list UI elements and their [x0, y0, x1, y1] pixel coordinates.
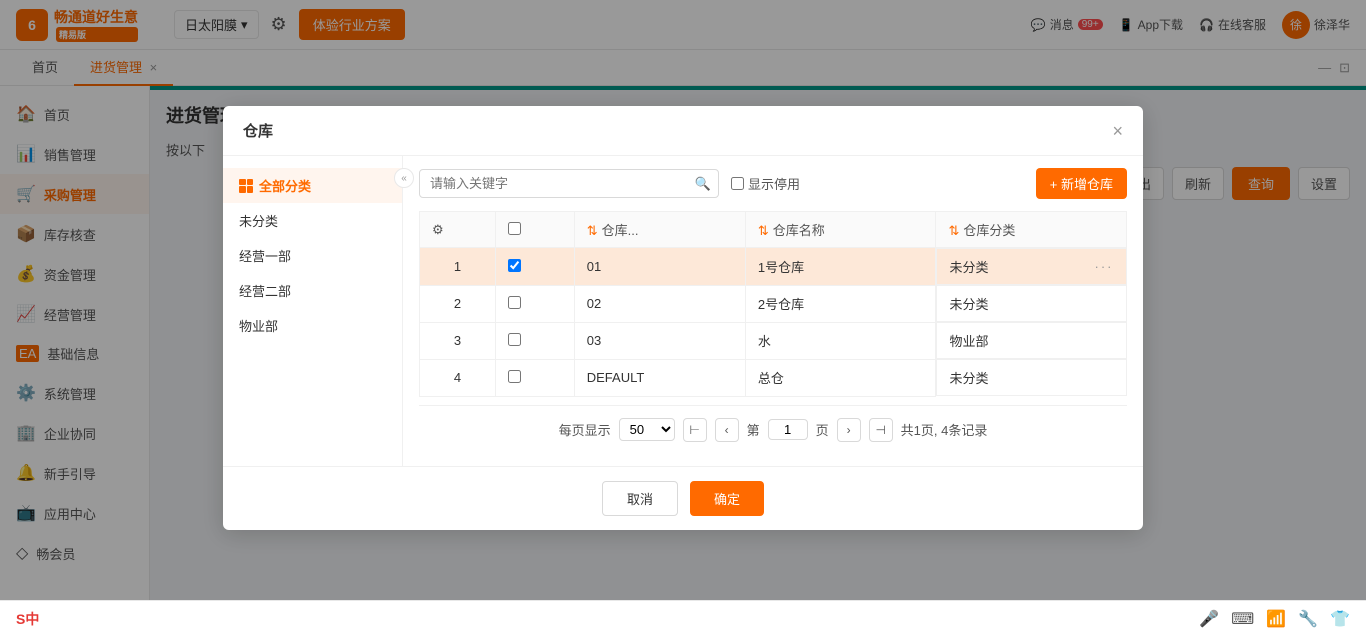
show-disabled-label: 显示停用	[731, 174, 800, 193]
mic-icon[interactable]: 🎤	[1199, 609, 1219, 629]
row-category: 未分类···	[936, 248, 1126, 285]
add-warehouse-button[interactable]: + 新增仓库	[1036, 168, 1127, 199]
row-select-checkbox[interactable]	[508, 259, 521, 272]
sort-name-icon: ⇅	[758, 223, 769, 238]
row-checkbox	[495, 322, 574, 359]
show-disabled-text: 显示停用	[748, 174, 800, 193]
tree-label-dept2: 经营二部	[239, 281, 291, 300]
sort-category-icon: ⇅	[948, 223, 959, 238]
row-select-checkbox[interactable]	[508, 370, 521, 383]
row-name: 2号仓库	[745, 285, 936, 322]
category-tree: « 全部分类 未分类 经营一部	[223, 156, 403, 466]
cancel-button[interactable]: 取消	[602, 481, 678, 516]
table-head: ⚙ ⇅仓库... ⇅仓库名称 ⇅仓库分类	[420, 212, 1127, 248]
modal-body: « 全部分类 未分类 经营一部	[223, 156, 1143, 466]
shirt-icon: 👕	[1330, 609, 1350, 629]
modal-footer: 取消 确定	[223, 466, 1143, 530]
first-page-button[interactable]: ⊢	[683, 418, 707, 442]
row-category: 物业部	[936, 322, 1126, 359]
row-more-icon[interactable]: ···	[1095, 259, 1114, 274]
table-row[interactable]: 2 02 2号仓库 未分类	[420, 285, 1127, 322]
col-settings-icon: ⚙	[432, 222, 444, 237]
row-num: 1	[420, 248, 496, 286]
tree-item-unclassified[interactable]: 未分类	[223, 203, 402, 238]
prev-page-button[interactable]: ‹	[715, 418, 739, 442]
row-checkbox	[495, 359, 574, 396]
row-name: 1号仓库	[745, 248, 936, 286]
next-page-button[interactable]: ›	[837, 418, 861, 442]
select-all-checkbox[interactable]	[508, 222, 521, 235]
settings-tray-icon[interactable]: 🔧	[1298, 609, 1318, 629]
grid-icon	[239, 179, 253, 193]
tree-item-property[interactable]: 物业部	[223, 308, 402, 343]
right-panel: 🔍 显示停用 + 新增仓库 ⚙ ⇅仓库...	[403, 156, 1143, 466]
total-label: 共1页, 4条记录	[901, 420, 988, 439]
tree-item-dept1[interactable]: 经营一部	[223, 238, 402, 273]
collapse-icon: «	[401, 173, 407, 184]
col-category: ⇅仓库分类	[936, 212, 1127, 248]
wifi-icon: 📶	[1266, 609, 1286, 629]
row-select-checkbox[interactable]	[508, 296, 521, 309]
pagination: 每页显示 50 100 ⊢ ‹ 第 页 › ⊣ 共1页, 4条记录	[419, 405, 1127, 454]
row-checkbox	[495, 285, 574, 322]
keyboard-icon[interactable]: ⌨	[1231, 609, 1254, 629]
bottom-logo: S中	[16, 609, 39, 629]
page-input[interactable]	[768, 419, 808, 440]
last-page-button[interactable]: ⊣	[869, 418, 893, 442]
col-name: ⇅仓库名称	[745, 212, 936, 248]
page-suffix: 页	[816, 420, 829, 439]
table-row[interactable]: 4 DEFAULT 总仓 未分类	[420, 359, 1127, 396]
warehouse-modal: 仓库 × « 全部分类 未分类	[223, 106, 1143, 530]
per-page-select[interactable]: 50 100	[619, 418, 675, 441]
tree-label-property: 物业部	[239, 316, 278, 335]
tree-item-all[interactable]: 全部分类	[223, 168, 402, 203]
search-input[interactable]	[419, 169, 719, 198]
show-disabled-checkbox[interactable]	[731, 177, 744, 190]
modal-close-button[interactable]: ×	[1112, 122, 1123, 140]
tree-label-dept1: 经营一部	[239, 246, 291, 265]
page-label: 第	[747, 420, 760, 439]
table-row[interactable]: 3 03 水 物业部	[420, 322, 1127, 359]
modal-overlay: 仓库 × « 全部分类 未分类	[0, 0, 1366, 636]
modal-title: 仓库	[243, 120, 273, 141]
modal-header: 仓库 ×	[223, 106, 1143, 156]
row-num: 4	[420, 359, 496, 396]
col-settings: ⚙	[420, 212, 496, 248]
row-code: 03	[574, 322, 745, 359]
bottom-bar: S中 🎤 ⌨ 📶 🔧 👕	[0, 600, 1366, 636]
tree-label-all: 全部分类	[259, 176, 311, 195]
row-category: 未分类	[936, 359, 1126, 396]
row-num: 3	[420, 322, 496, 359]
table-body: 1 01 1号仓库 未分类··· 2 02 2号仓库 未分类 3 03 水 物业…	[420, 248, 1127, 397]
bottom-logo-text: S中	[16, 609, 39, 629]
search-input-wrap: 🔍	[419, 169, 719, 198]
search-row: 🔍 显示停用 + 新增仓库	[419, 168, 1127, 199]
row-select-checkbox[interactable]	[508, 333, 521, 346]
row-num: 2	[420, 285, 496, 322]
per-page-label: 每页显示	[559, 420, 611, 439]
sort-code-icon: ⇅	[587, 223, 598, 238]
row-code: DEFAULT	[574, 359, 745, 396]
row-name: 水	[745, 322, 936, 359]
col-code: ⇅仓库...	[574, 212, 745, 248]
table-row[interactable]: 1 01 1号仓库 未分类···	[420, 248, 1127, 286]
tree-label-unclassified: 未分类	[239, 211, 278, 230]
warehouse-table: ⚙ ⇅仓库... ⇅仓库名称 ⇅仓库分类 1 01 1号仓库 未分类··· 2 …	[419, 211, 1127, 397]
row-code: 02	[574, 285, 745, 322]
row-category: 未分类	[936, 285, 1126, 322]
confirm-button[interactable]: 确定	[690, 481, 764, 516]
search-icon[interactable]: 🔍	[695, 176, 711, 192]
row-name: 总仓	[745, 359, 936, 396]
col-checkbox	[495, 212, 574, 248]
row-checkbox	[495, 248, 574, 286]
row-code: 01	[574, 248, 745, 286]
tree-item-dept2[interactable]: 经营二部	[223, 273, 402, 308]
